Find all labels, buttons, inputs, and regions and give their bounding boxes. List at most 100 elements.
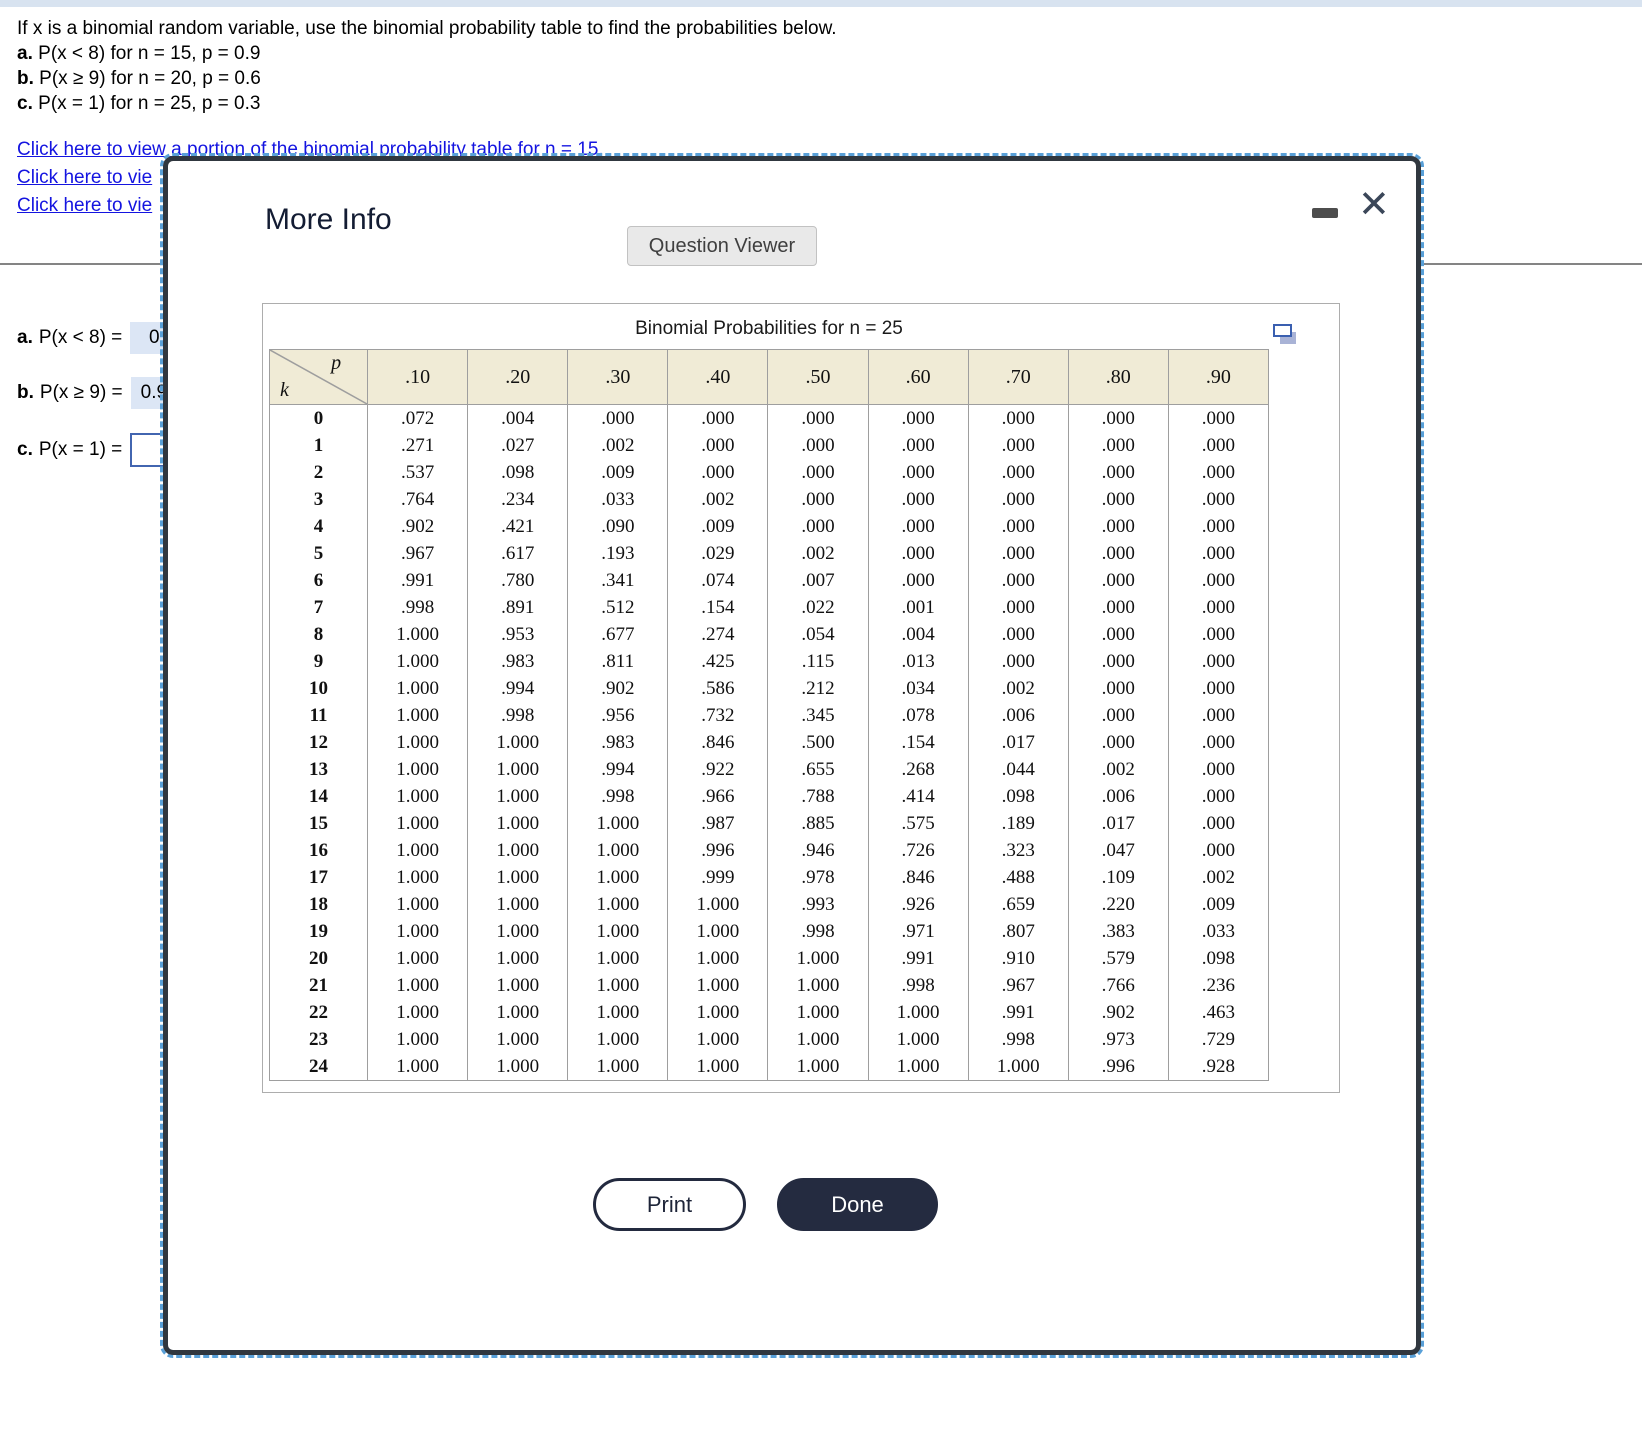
probability-cell: .154 [867,729,969,756]
probability-cell: 1.000 [567,1053,668,1081]
probability-cell: .000 [867,404,969,432]
probability-cell: .271 [367,432,468,459]
p-column-header: .60 [867,349,969,405]
table-row: 13 1.000 1.000.994.922.655.268.044.002.000 [270,756,1269,783]
probability-cell: 1.000 [367,729,468,756]
probability-cell: .072 [367,404,468,432]
probability-cell: .000 [967,621,1069,648]
minimize-icon[interactable] [1312,208,1338,218]
k-value: 3 [313,488,324,510]
probability-cell: 1.000 [667,918,768,945]
dialog-title: More Info [265,203,392,236]
k-value: 10 [309,677,329,699]
probability-cell: 1.000 [467,729,568,756]
probability-cell: .006 [1067,783,1169,810]
probability-cell: .009 [1167,891,1269,918]
probability-cell: 1.000 [567,864,668,891]
table-row: 18 1.000 1.000 1.000 1.000.993.926.659.220.0… [270,891,1269,918]
probability-cell: 1.000 [867,1026,969,1053]
probability-cell: 1.000 [467,864,568,891]
probability-cell: .537 [367,459,468,486]
probability-cell: .996 [667,837,768,864]
probability-cell: .000 [767,486,869,513]
k-value: 14 [309,785,329,807]
probability-cell: 1.000 [767,972,869,999]
probability-cell: .421 [467,513,568,540]
table-row: 23 1.000 1.000 1.000 1.000 1.000 1.000.998.973… [270,1026,1269,1053]
table-row: 15 1.000 1.000 1.000.987.885.575.189.017.00… [270,810,1269,837]
probability-cell: .000 [567,404,668,432]
probability-cell: .885 [767,810,869,837]
k-value: 22 [309,1001,329,1023]
probability-cell: 1.000 [367,972,468,999]
probability-cell: .998 [467,702,568,729]
probability-cell: .047 [1067,837,1169,864]
table-row: 0.072.004.000.000.000.000.000.000.000 [270,404,1269,432]
table-body: 0.072.004.000.000.000.000.000.000.000 1.2… [270,404,1269,1081]
probability-cell: .953 [467,621,568,648]
probability-cell: .033 [1167,918,1269,945]
answer-expression: P(x < 8) = [38,327,123,348]
probability-cell: .732 [667,702,768,729]
probability-cell: .000 [1067,702,1169,729]
k-value: 23 [309,1028,329,1050]
k-value: 1 [313,434,324,456]
probability-cell: .846 [667,729,768,756]
problem-part-a: a. P(x < 8) for n = 15, p = 0.9 [17,41,837,66]
table-row: 9 1.000.983.811.425.115.013.000.000.000 [270,648,1269,675]
table-row: 6.991.780.341.074.007.000.000.000.000 [270,567,1269,594]
close-icon[interactable]: ✕ [1358,185,1390,225]
probability-cell: 1.000 [867,1053,969,1081]
answer-label: a. [17,327,33,348]
probability-cell: .007 [767,567,869,594]
table-row: 2.537.098.009.000.000.000.000.000.000 [270,459,1269,486]
probability-cell: 1.000 [367,783,468,810]
probability-cell: 1.000 [767,1026,869,1053]
probability-cell: .000 [667,459,768,486]
print-button[interactable]: Print [593,1178,746,1231]
problem-statement: If x is a binomial random variable, use … [17,16,837,116]
probability-cell: .383 [1067,918,1169,945]
probability-cell: 1.000 [367,999,468,1026]
k-value: 8 [313,623,324,645]
table-row: 19 1.000 1.000 1.000 1.000.998.971.807.383.0… [270,918,1269,945]
probability-cell: .115 [767,648,869,675]
probability-cell: .575 [867,810,969,837]
probability-cell: .983 [567,729,668,756]
probability-cell: 1.000 [367,1026,468,1053]
answer-row-a: a. P(x < 8) = 0 [17,320,179,356]
probability-cell: .000 [867,432,969,459]
probability-cell: 1.000 [567,945,668,972]
probability-cell: .991 [367,567,468,594]
probability-cell: .000 [967,540,1069,567]
probability-cell: .956 [567,702,668,729]
part-text: P(x ≥ 9) for n = 20, p = 0.6 [39,68,261,89]
probability-cell: .998 [567,783,668,810]
probability-cell: .000 [1067,432,1169,459]
probability-cell: .006 [967,702,1069,729]
probability-cell: 1.000 [467,945,568,972]
question-viewer-button[interactable]: Question Viewer [627,226,817,266]
probability-cell: 1.000 [467,999,568,1026]
probability-cell: .999 [667,864,768,891]
answer-expression: P(x = 1) = [38,439,123,460]
probability-cell: .090 [567,513,668,540]
probability-cell: 1.000 [967,1053,1069,1081]
probability-cell: .998 [867,972,969,999]
answer-field-c[interactable] [130,433,167,467]
probability-cell: 1.000 [767,1053,869,1081]
table-row: 17 1.000 1.000 1.000.999.978.846.488.109.00… [270,864,1269,891]
probability-cell: .000 [1167,432,1269,459]
probability-cell: .766 [1067,972,1169,999]
answer-label: b. [17,382,34,403]
binomial-table-panel: Binomial Probabilities for n = 25 p k .1… [262,303,1340,1093]
done-button[interactable]: Done [777,1178,938,1231]
probability-cell: 1.000 [467,1026,568,1053]
probability-cell: .000 [1167,486,1269,513]
popout-icon[interactable] [1273,324,1299,346]
probability-cell: .000 [1067,729,1169,756]
probability-cell: .000 [867,459,969,486]
probability-cell: .002 [667,486,768,513]
probability-cell: .971 [867,918,969,945]
k-value: 9 [313,650,324,672]
